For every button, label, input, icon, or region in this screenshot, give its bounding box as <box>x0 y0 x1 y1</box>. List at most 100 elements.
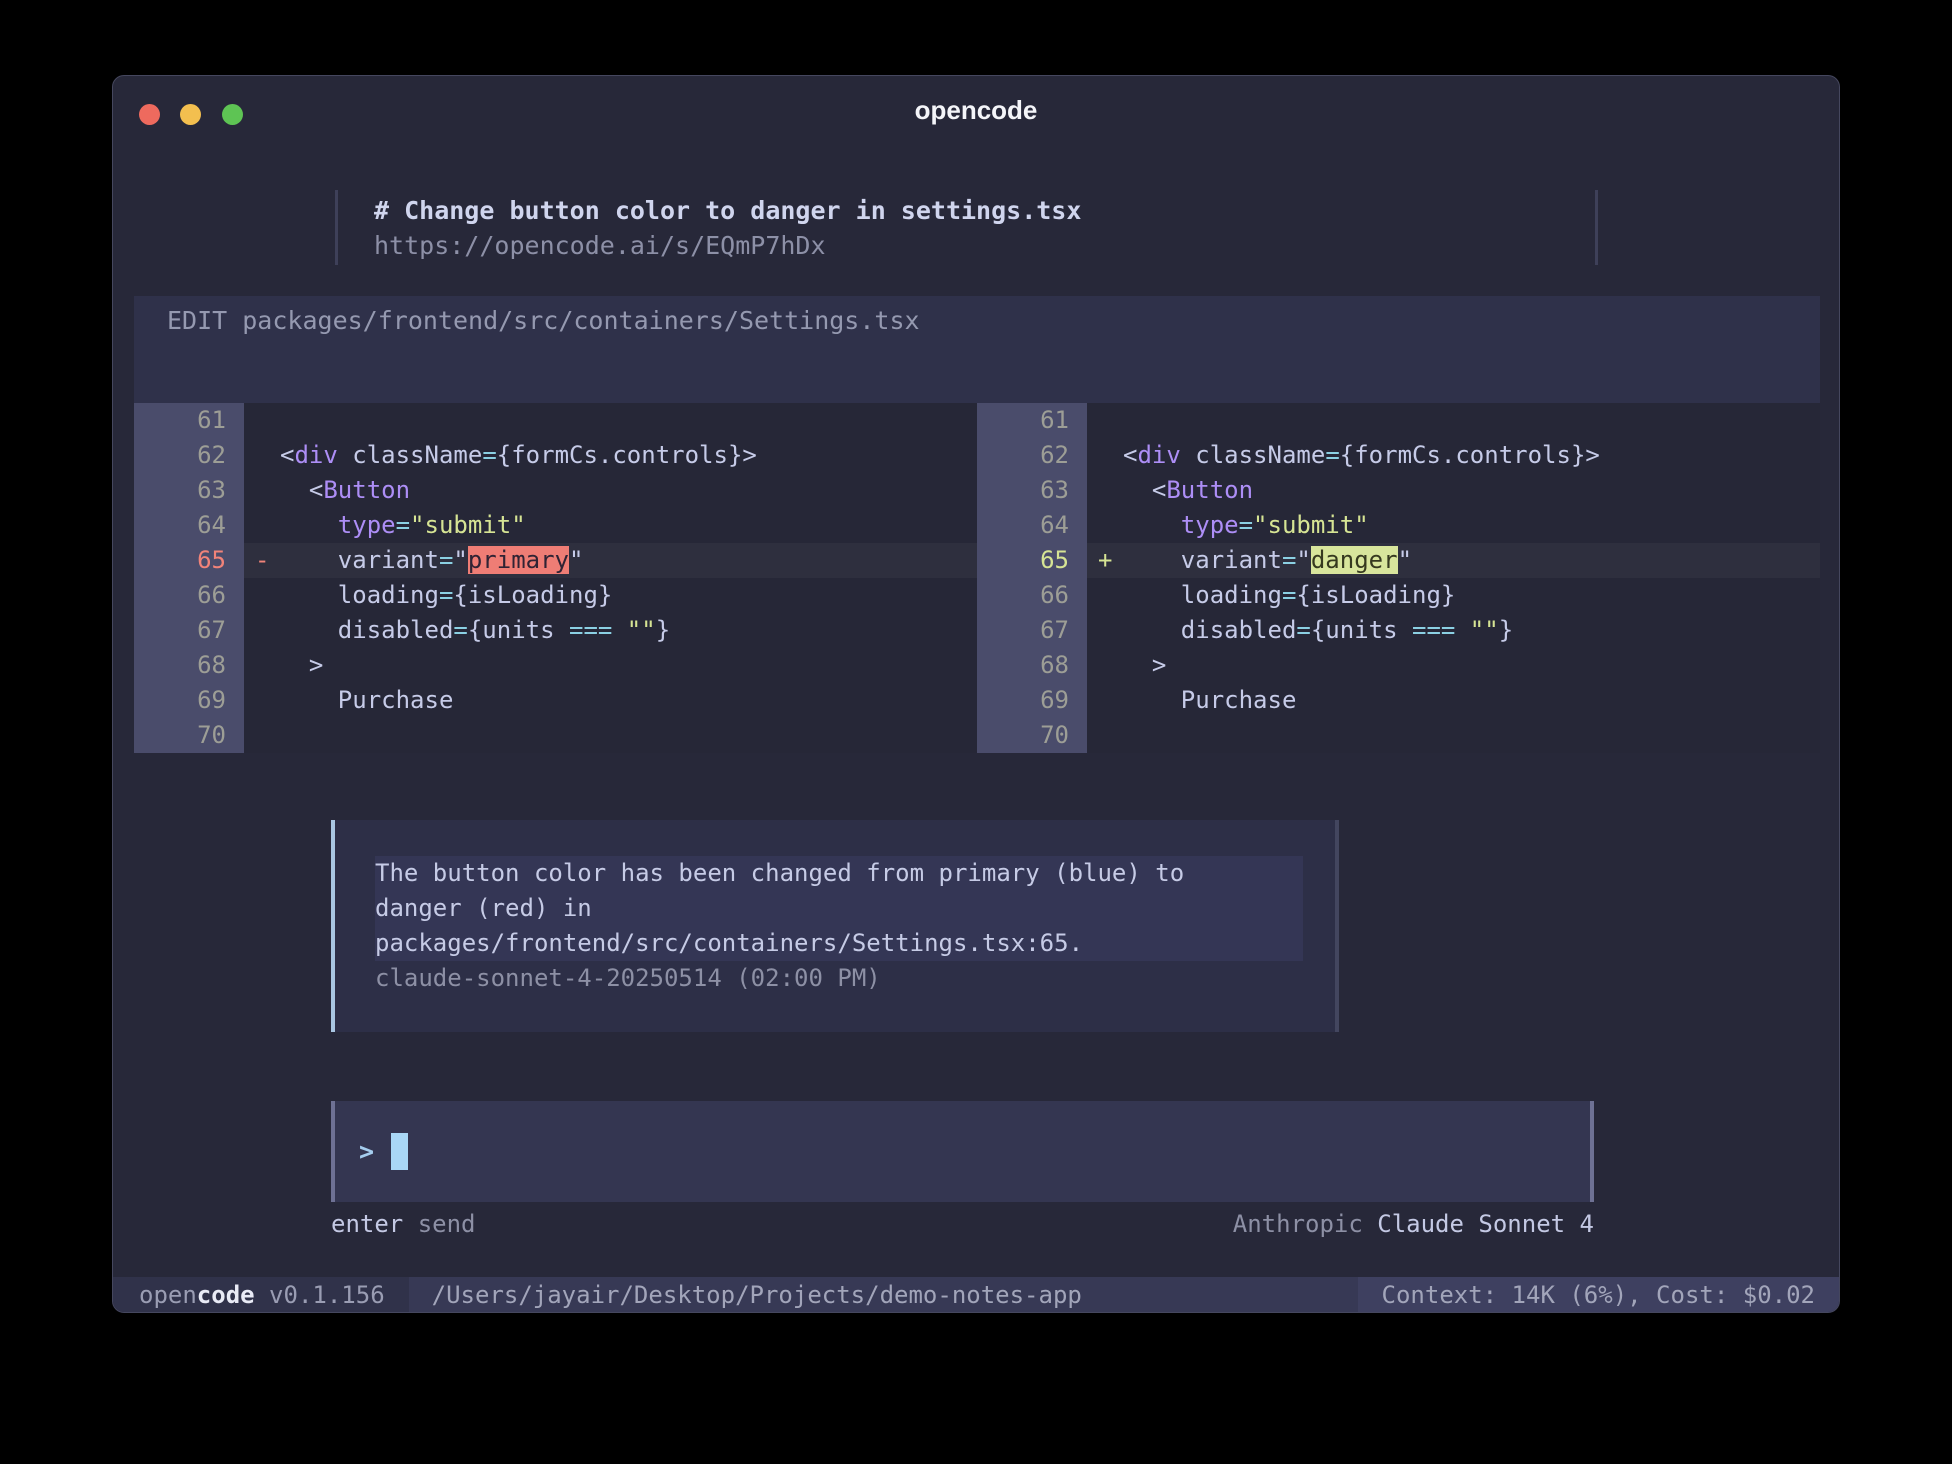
line-number: 67 <box>977 613 1087 648</box>
diff-line-body: disabled={units === ""} <box>1087 613 1820 648</box>
code-text: <Button <box>280 473 410 508</box>
diff-row: 66 loading={isLoading} <box>134 578 977 613</box>
diff-sign <box>244 473 280 508</box>
diff-sign <box>244 508 280 543</box>
diff-view: 6162<div className={formCs.controls}>63 … <box>134 403 1820 753</box>
code-token: = <box>482 441 496 469</box>
diff-sign <box>1087 473 1123 508</box>
code-token: className <box>1181 441 1326 469</box>
diff-row: 65- variant="primary" <box>134 543 977 578</box>
code-token: {formCs.controls}> <box>497 441 757 469</box>
code-token: {units <box>1311 616 1412 644</box>
titlebar: opencode <box>113 76 1839 148</box>
diff-row: 67 disabled={units === ""} <box>977 613 1820 648</box>
code-text: type="submit" <box>280 508 526 543</box>
diff-line-body: loading={isLoading} <box>1087 578 1820 613</box>
assistant-message-text: The button color has been changed from p… <box>375 856 1303 961</box>
diff-sign <box>244 578 280 613</box>
line-number: 62 <box>134 438 244 473</box>
project-path: /Users/jayair/Desktop/Projects/demo-note… <box>409 1277 1358 1313</box>
code-text: disabled={units === ""} <box>280 613 670 648</box>
session-title: # Change button color to danger in setti… <box>374 193 1595 228</box>
code-token: === <box>1412 616 1455 644</box>
diff-line-body: disabled={units === ""} <box>244 613 977 648</box>
code-token: primary <box>468 546 569 574</box>
provider-label: Anthropic <box>1233 1210 1363 1238</box>
diff-row: 67 disabled={units === ""} <box>134 613 977 648</box>
line-number: 66 <box>134 578 244 613</box>
diff-sign: - <box>244 543 280 578</box>
diff-line-body: > <box>1087 648 1820 683</box>
diff-sign <box>1087 683 1123 718</box>
line-number: 65 <box>134 543 244 578</box>
code-token: } <box>656 616 670 644</box>
line-number: 69 <box>134 683 244 718</box>
window-title: opencode <box>113 95 1839 126</box>
diff-row: 69 Purchase <box>134 683 977 718</box>
text-cursor <box>391 1133 408 1170</box>
code-token <box>280 511 338 539</box>
diff-sign <box>1087 613 1123 648</box>
code-token: danger <box>1311 546 1398 574</box>
code-token: " <box>1296 546 1310 574</box>
code-token: variant <box>280 546 439 574</box>
diff-line-body <box>1087 403 1820 438</box>
diff-line-body: <Button <box>1087 473 1820 508</box>
code-token: variant <box>1123 546 1282 574</box>
code-token: disabled <box>280 616 453 644</box>
enter-send-hint: enter send <box>331 1207 476 1242</box>
line-number: 70 <box>977 718 1087 753</box>
code-token: = <box>439 581 453 609</box>
status-bar: opencode v0.1.156 /Users/jayair/Desktop/… <box>113 1277 1839 1313</box>
line-number: 63 <box>134 473 244 508</box>
diff-sign <box>1087 718 1123 753</box>
session-share-url[interactable]: https://opencode.ai/s/EQmP7hDx <box>374 228 1595 263</box>
line-number: 67 <box>134 613 244 648</box>
line-number: 68 <box>134 648 244 683</box>
diff-sign <box>244 648 280 683</box>
app-version: v0.1.156 <box>255 1281 385 1309</box>
code-token: loading <box>1123 581 1282 609</box>
line-number: 69 <box>977 683 1087 718</box>
app-name-open: open <box>139 1281 197 1309</box>
code-token: = <box>396 511 410 539</box>
diff-row: 68 > <box>134 648 977 683</box>
edit-tool-panel: EDIT packages/frontend/src/containers/Se… <box>134 296 1820 753</box>
chat-input[interactable]: > <box>331 1101 1594 1202</box>
diff-line-body: <div className={formCs.controls}> <box>244 438 977 473</box>
message-line: packages/frontend/src/containers/Setting… <box>375 926 1303 961</box>
code-token: = <box>1239 511 1253 539</box>
code-token: Purchase <box>1123 686 1296 714</box>
code-text: type="submit" <box>1123 508 1369 543</box>
diff-pane-new: 6162<div className={formCs.controls}>63 … <box>977 403 1820 753</box>
diff-line-body <box>244 718 977 753</box>
line-number: 61 <box>134 403 244 438</box>
line-number: 63 <box>977 473 1087 508</box>
code-token: loading <box>280 581 439 609</box>
diff-row: 64 type="submit" <box>977 508 1820 543</box>
code-token: type <box>338 511 396 539</box>
code-token: {isLoading} <box>453 581 612 609</box>
diff-sign <box>244 683 280 718</box>
code-token: < <box>1123 441 1137 469</box>
code-token: type <box>1181 511 1239 539</box>
input-hints-row: enter send Anthropic Claude Sonnet 4 <box>331 1207 1594 1242</box>
code-token: > <box>1123 651 1166 679</box>
diff-line-body: type="submit" <box>1087 508 1820 543</box>
code-token: {formCs.controls}> <box>1340 441 1600 469</box>
code-token: className <box>338 441 483 469</box>
diff-row: 69 Purchase <box>977 683 1820 718</box>
diff-pane-old: 6162<div className={formCs.controls}>63 … <box>134 403 977 753</box>
message-model-timestamp: claude-sonnet-4-20250514 (02:00 PM) <box>375 961 1335 996</box>
code-token: "submit" <box>1253 511 1369 539</box>
diff-line-body: <div className={formCs.controls}> <box>1087 438 1820 473</box>
code-token: === <box>569 616 612 644</box>
diff-row: 63 <Button <box>134 473 977 508</box>
model-indicator[interactable]: Anthropic Claude Sonnet 4 <box>1233 1207 1594 1242</box>
code-text: loading={isLoading} <box>1123 578 1455 613</box>
code-token: div <box>1137 441 1180 469</box>
code-token: = <box>1296 616 1310 644</box>
diff-line-body <box>1087 718 1820 753</box>
context-cost-chip: Context: 14K (6%), Cost: $0.02 <box>1358 1277 1839 1313</box>
prompt-chevron-icon: > <box>359 1134 374 1169</box>
